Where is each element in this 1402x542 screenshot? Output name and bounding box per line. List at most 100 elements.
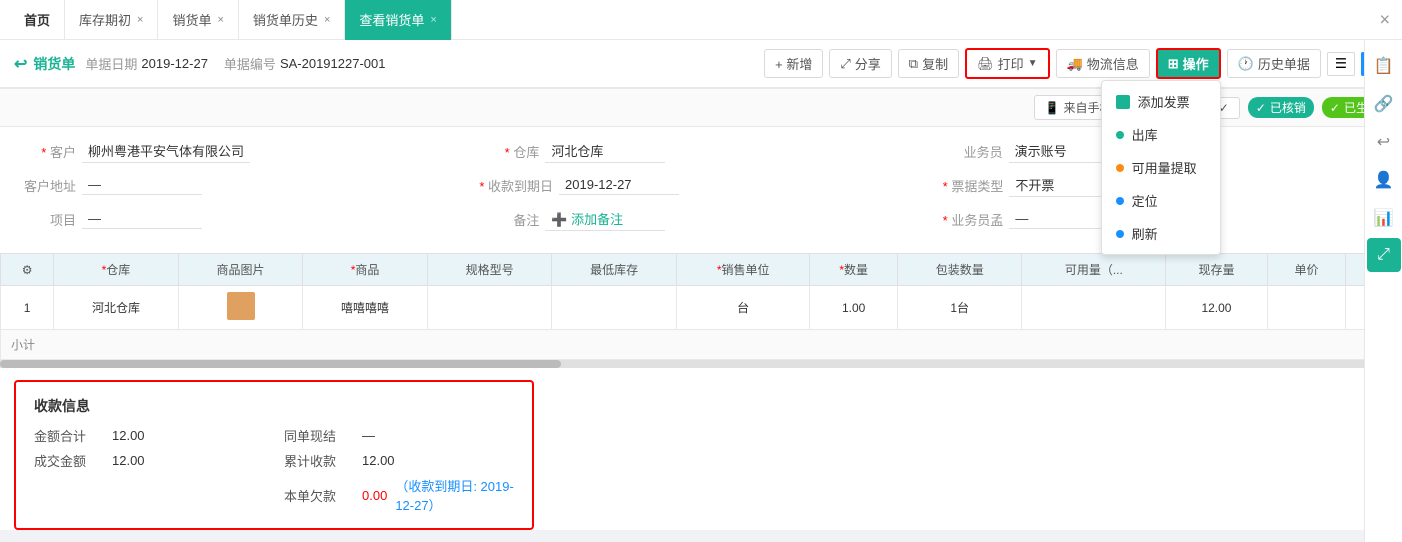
tab-view-sales[interactable]: 查看销货单 × bbox=[345, 0, 451, 40]
copy-button[interactable]: ⧉ 复制 bbox=[898, 49, 959, 78]
available-dot-icon bbox=[1116, 164, 1124, 172]
row-unit: 台 bbox=[676, 286, 810, 330]
col-current-stock: 现存量 bbox=[1166, 254, 1268, 286]
payment-grid: 金额合计 12.00 同单现结 — 成交金额 12.00 累计收款 12.00 bbox=[34, 426, 514, 514]
dropdown-refresh[interactable]: 刷新 bbox=[1102, 217, 1220, 250]
share-button[interactable]: ⤢ 分享 bbox=[829, 49, 891, 78]
col-price: 单价 bbox=[1267, 254, 1346, 286]
payment-date-value: 2019-12-27 bbox=[559, 175, 679, 195]
cumulative-label: 累计收款 bbox=[284, 451, 354, 470]
print-dropdown-wrapper: 🖨 打印 ▼ bbox=[965, 48, 1049, 79]
products-table: ⚙ *仓库 商品图片 *商品 规格型号 最低库存 *销售单位 *数量 包装数量 … bbox=[0, 253, 1402, 360]
plus-icon: ➕ bbox=[551, 212, 567, 227]
add-button[interactable]: + 新增 bbox=[764, 49, 823, 78]
due-label: 本单欠款 bbox=[284, 486, 354, 505]
row-product: 嘻嘻嘻嘻 bbox=[303, 286, 428, 330]
cancelled-badge: ✓ 已核销 bbox=[1248, 97, 1314, 118]
address-value: — bbox=[82, 175, 202, 195]
sidebar-icon-return[interactable]: ↩ bbox=[1366, 124, 1402, 160]
check-icon2: ✓ bbox=[1330, 101, 1340, 115]
amount-total-row: 金额合计 12.00 bbox=[34, 426, 264, 445]
row-min-stock bbox=[552, 286, 677, 330]
warehouse-value: 河北仓库 bbox=[545, 139, 665, 163]
transaction-label: 成交金额 bbox=[34, 451, 104, 470]
dropdown-outbound[interactable]: 出库 bbox=[1102, 118, 1220, 151]
col-product: *商品 bbox=[303, 254, 428, 286]
row-product-img bbox=[178, 286, 303, 330]
sidebar-icon-user[interactable]: 👤 bbox=[1366, 162, 1402, 198]
col-gear[interactable]: ⚙ bbox=[1, 254, 54, 286]
document-toolbar: ↩ 销货单 单据日期 2019-12-27 单据编号 SA-20191227-0… bbox=[0, 40, 1402, 88]
row-current-stock: 12.00 bbox=[1166, 286, 1268, 330]
customer-value: 柳州粤港平安气体有限公司 bbox=[82, 139, 250, 163]
dropdown-add-invoice[interactable]: 添加发票 bbox=[1102, 85, 1220, 118]
dropdown-locate[interactable]: 定位 bbox=[1102, 184, 1220, 217]
tab-inventory-init[interactable]: 库存期初 × bbox=[65, 0, 158, 40]
same-order-value: — bbox=[362, 428, 375, 443]
print-chevron-icon: ▼ bbox=[1028, 58, 1038, 69]
warehouse-field: * 仓库 河北仓库 bbox=[479, 139, 922, 163]
col-qty: *数量 bbox=[810, 254, 898, 286]
col-available: 可用量（... bbox=[1022, 254, 1166, 286]
document-info: 单据日期 2019-12-27 单据编号 SA-20191227-001 bbox=[85, 54, 385, 73]
logistics-button[interactable]: 🚚 物流信息 bbox=[1056, 49, 1150, 78]
close-tab-view-sales[interactable]: × bbox=[430, 14, 436, 26]
amount-total-value: 12.00 bbox=[112, 428, 145, 443]
col-unit: *销售单位 bbox=[676, 254, 810, 286]
add-remark-button[interactable]: ➕ 添加备注 bbox=[545, 207, 665, 231]
col-spec: 规格型号 bbox=[427, 254, 552, 286]
products-table-wrapper: ⚙ *仓库 商品图片 *商品 规格型号 最低库存 *销售单位 *数量 包装数量 … bbox=[0, 253, 1402, 360]
horizontal-scrollbar[interactable] bbox=[0, 360, 1402, 368]
same-order-label: 同单现结 bbox=[284, 426, 354, 445]
row-warehouse: 河北仓库 bbox=[54, 286, 179, 330]
document-type-title: ↩ 销货单 bbox=[14, 54, 75, 74]
close-tab-sales-history[interactable]: × bbox=[324, 14, 330, 26]
cumulative-value: 12.00 bbox=[362, 453, 395, 468]
row-price bbox=[1267, 286, 1346, 330]
tab-sales-history[interactable]: 销货单历史 × bbox=[239, 0, 345, 40]
transaction-row: 成交金额 12.00 bbox=[34, 451, 264, 470]
payment-date-field: * 收款到期日 2019-12-27 bbox=[479, 175, 922, 195]
remark-field: 备注 ➕ 添加备注 bbox=[479, 207, 922, 231]
right-sidebar: 📋 🔗 ↩ 👤 📊 ⤢ bbox=[1364, 40, 1402, 542]
sidebar-icon-copy[interactable]: 📋 bbox=[1366, 48, 1402, 84]
product-image bbox=[227, 292, 255, 320]
copy-icon: ⧉ bbox=[909, 56, 918, 72]
col-product-img: 商品图片 bbox=[178, 254, 303, 286]
tab-bar: 首页 库存期初 × 销货单 × 销货单历史 × 查看销货单 × × bbox=[0, 0, 1402, 40]
sidebar-icon-link[interactable]: 🔗 bbox=[1366, 86, 1402, 122]
print-icon: 🖨 bbox=[977, 56, 994, 72]
cumulative-row: 累计收款 12.00 bbox=[284, 451, 514, 470]
close-tab-sales-order[interactable]: × bbox=[217, 14, 223, 26]
col-min-stock: 最低库存 bbox=[552, 254, 677, 286]
tab-sales-order[interactable]: 销货单 × bbox=[158, 0, 238, 40]
locate-dot-icon bbox=[1116, 197, 1124, 205]
row-pack-qty: 1台 bbox=[897, 286, 1022, 330]
due-row: 本单欠款 0.00 （收款到期日: 2019-12-27） bbox=[284, 476, 514, 514]
grid-icon: ⊞ bbox=[1168, 56, 1179, 72]
sidebar-icon-chart[interactable]: 📊 bbox=[1366, 200, 1402, 236]
table-row: 1 河北仓库 嘻嘻嘻嘻 台 1.00 1台 12.00 bbox=[1, 286, 1402, 330]
truck-icon: 🚚 bbox=[1067, 56, 1083, 72]
row-available bbox=[1022, 286, 1166, 330]
row-spec bbox=[427, 286, 552, 330]
transaction-value: 12.00 bbox=[112, 453, 145, 468]
due-value: 0.00 bbox=[362, 488, 387, 503]
print-button[interactable]: 🖨 打印 ▼ bbox=[965, 48, 1049, 79]
close-tab-inventory-init[interactable]: × bbox=[137, 14, 143, 26]
tab-home[interactable]: 首页 bbox=[10, 0, 65, 40]
subtotal-row: 小计 bbox=[1, 330, 1402, 360]
col-warehouse: *仓库 bbox=[54, 254, 179, 286]
payment-section: 收款信息 金额合计 12.00 同单现结 — 成交金额 12.00 累计收款 1… bbox=[14, 380, 534, 530]
dropdown-available-qty[interactable]: 可用量提取 bbox=[1102, 151, 1220, 184]
refresh-dot-icon bbox=[1116, 230, 1124, 238]
history-button[interactable]: 🕐 历史单据 bbox=[1227, 49, 1321, 78]
project-value: — bbox=[82, 209, 202, 229]
global-close-button[interactable]: × bbox=[1379, 9, 1390, 30]
share-icon: ⤢ bbox=[840, 56, 850, 72]
view-list-button[interactable]: ☰ bbox=[1327, 52, 1355, 76]
due-note: （收款到期日: 2019-12-27） bbox=[395, 476, 514, 514]
sidebar-icon-expand[interactable]: ⤢ bbox=[1367, 238, 1401, 272]
check-icon: ✓ bbox=[1256, 101, 1266, 115]
operations-button[interactable]: ⊞ 操作 bbox=[1156, 48, 1221, 79]
